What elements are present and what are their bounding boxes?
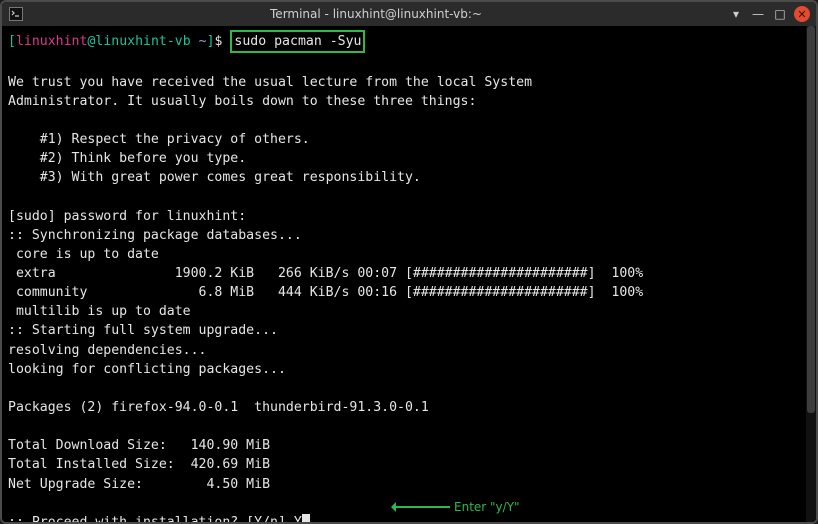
terminal-viewport[interactable]: [linuxhint@linuxhint-vb ~]$ sudo pacman … xyxy=(2,26,816,522)
command-highlight-box: sudo pacman -Syu xyxy=(230,30,365,53)
prompt-user: linuxhint xyxy=(16,34,87,49)
prompt-cwd: ~ xyxy=(199,34,207,49)
prompt-bracket-open: [ xyxy=(8,34,16,49)
prompt-line: [linuxhint@linuxhint-vb ~]$ sudo pacman … xyxy=(8,34,365,49)
annotation-label: Enter "y/Y" xyxy=(454,499,520,516)
conflict-line: looking for conflicting packages... xyxy=(8,362,286,377)
resolving-line: resolving dependencies... xyxy=(8,343,207,358)
sudo-password-prompt: [sudo] password for linuxhint: xyxy=(8,209,246,224)
prompt-bracket-close: ] xyxy=(207,34,215,49)
lecture-line-1: We trust you have received the usual lec… xyxy=(8,75,532,90)
scrollbar[interactable] xyxy=(806,26,816,522)
prompt-dollar: $ xyxy=(215,34,223,49)
size-download: Total Download Size: 140.90 MiB xyxy=(8,438,270,453)
maximize-button[interactable]: □ xyxy=(772,6,788,22)
size-net: Net Upgrade Size: 4.50 MiB xyxy=(8,477,270,492)
lecture-point-1: #1) Respect the privacy of others. xyxy=(8,132,310,147)
window-title: Terminal - linuxhint@linuxhint-vb:~ xyxy=(30,7,722,21)
lecture-point-2: #2) Think before you type. xyxy=(8,151,246,166)
annotation-enter-y: Enter "y/Y" xyxy=(394,499,520,516)
proceed-question: :: Proceed with installation? [Y/n] xyxy=(8,515,294,522)
lecture-point-3: #3) With great power comes great respons… xyxy=(8,170,421,185)
terminal-app-icon xyxy=(8,6,24,22)
titlebar-dropdown-icon[interactable]: ▾ xyxy=(728,6,744,22)
repo-community: community 6.8 MiB 444 KiB/s 00:16 [#####… xyxy=(8,285,643,300)
upgrade-header: :: Starting full system upgrade... xyxy=(8,323,278,338)
arrow-left-icon xyxy=(394,506,450,508)
terminal-window: Terminal - linuxhint@linuxhint-vb:~ ▾ — … xyxy=(0,0,818,524)
titlebar: Terminal - linuxhint@linuxhint-vb:~ ▾ — … xyxy=(2,2,816,26)
sync-header: :: Synchronizing package databases... xyxy=(8,228,302,243)
packages-line: Packages (2) firefox-94.0-0.1 thunderbir… xyxy=(8,400,429,415)
command-text: sudo pacman -Syu xyxy=(234,34,361,49)
repo-core: core is up to date xyxy=(8,247,159,262)
proceed-answer: Y xyxy=(294,515,302,522)
minimize-button[interactable]: — xyxy=(750,6,766,22)
repo-extra: extra 1900.2 KiB 266 KiB/s 00:07 [######… xyxy=(8,266,643,281)
close-button[interactable]: ✕ xyxy=(794,6,810,22)
cursor-block-icon xyxy=(302,514,310,522)
repo-multilib: multilib is up to date xyxy=(8,304,191,319)
lecture-line-2: Administrator. It usually boils down to … xyxy=(8,94,476,109)
scrollbar-thumb[interactable] xyxy=(807,26,815,413)
prompt-host: linuxhint-vb xyxy=(95,34,190,49)
size-installed: Total Installed Size: 420.69 MiB xyxy=(8,457,270,472)
proceed-line: :: Proceed with installation? [Y/n] Y xyxy=(8,515,310,522)
